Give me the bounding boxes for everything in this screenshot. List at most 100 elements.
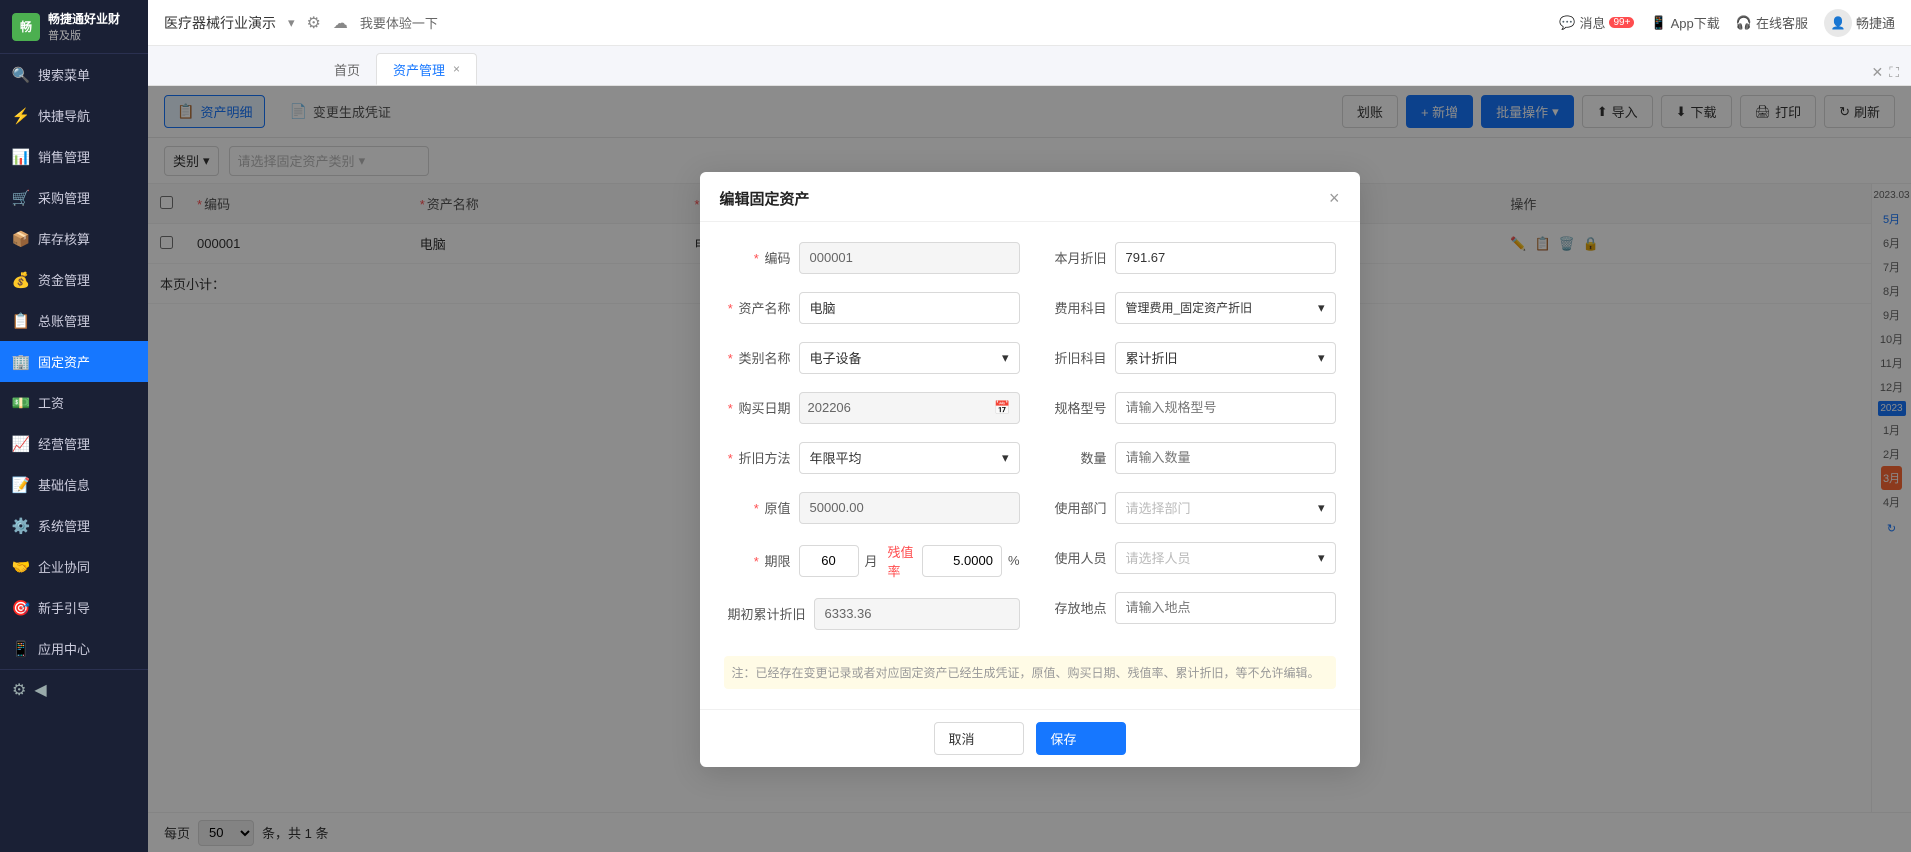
sidebar-item-enterprise[interactable]: 🤝 企业协同 (0, 546, 148, 587)
search-icon: 🔍 (12, 66, 30, 84)
department-dropdown-icon: ▾ (1318, 500, 1325, 516)
department-select[interactable]: 请选择部门 ▾ (1115, 492, 1336, 524)
user-menu[interactable]: 👤 畅捷通 (1824, 9, 1895, 37)
sidebar-item-wages[interactable]: 💵 工资 (0, 382, 148, 423)
company-dropdown-icon[interactable]: ▾ (288, 15, 295, 31)
window-controls: ✕ ⛶ (1859, 64, 1911, 85)
code-input[interactable] (799, 242, 1020, 274)
cancel-button[interactable]: 取消 (934, 722, 1024, 755)
initial-accumulated-input[interactable] (814, 598, 1020, 630)
sidebar-item-search[interactable]: 🔍 搜索菜单 (0, 54, 148, 95)
experience-text[interactable]: 我要体验一下 (360, 13, 438, 32)
category-dropdown-icon: ▾ (1002, 350, 1009, 366)
tab-home[interactable]: 首页 (318, 53, 376, 85)
field-spec-model: 规格型号 (1040, 392, 1336, 424)
sidebar-item-sales[interactable]: 📊 销售管理 (0, 136, 148, 177)
sidebar-bottom: ⚙ ◀ (0, 669, 148, 710)
window-close-icon[interactable]: ✕ (1871, 64, 1883, 81)
field-department: 使用部门 请选择部门 ▾ (1040, 492, 1336, 524)
sidebar-item-appcenter[interactable]: 📱 应用中心 (0, 628, 148, 669)
ledger-icon: 📋 (12, 312, 30, 330)
window-maximize-icon[interactable]: ⛶ (1889, 64, 1899, 81)
sidebar-item-basic[interactable]: 📝 基础信息 (0, 464, 148, 505)
expense-dropdown-icon: ▾ (1318, 300, 1325, 316)
depreciation-method-select[interactable]: 年限平均 ▾ (799, 442, 1020, 474)
modal-body: * 编码 * 资产名称 (700, 222, 1360, 709)
dep-subject-select[interactable]: 累计折旧 ▾ (1115, 342, 1336, 374)
wages-icon: 💵 (12, 394, 30, 412)
content-area: 📋 资产明细 📄 变更生成凭证 划账 + 新增 批量操作 ▾ ⬆ 导入 (148, 86, 1911, 852)
inventory-icon: 📦 (12, 230, 30, 248)
logo-text: 畅捷通好业财 普及版 (48, 10, 120, 43)
company-name: 医疗器械行业演示 (164, 13, 276, 33)
spec-model-input[interactable] (1115, 392, 1336, 424)
field-monthly-dep: 本月折旧 (1040, 242, 1336, 274)
user-select[interactable]: 请选择人员 ▾ (1115, 542, 1336, 574)
sidebar-item-purchase[interactable]: 🛒 采购管理 (0, 177, 148, 218)
calendar-icon: 📅 (994, 400, 1010, 416)
original-value-input[interactable] (799, 492, 1020, 524)
field-dep-subject: 折旧科目 累计折旧 ▾ (1040, 342, 1336, 374)
customer-service-button[interactable]: 🎧 在线客服 (1736, 13, 1808, 32)
location-input[interactable] (1115, 592, 1336, 624)
service-icon: 🎧 (1736, 15, 1752, 31)
basic-icon: 📝 (12, 476, 30, 494)
guide-icon: 🎯 (12, 599, 30, 617)
dep-subject-dropdown-icon: ▾ (1318, 350, 1325, 366)
sidebar-item-ledger[interactable]: 📋 总账管理 (0, 300, 148, 341)
modal-left-col: * 编码 * 资产名称 (724, 242, 1020, 648)
modal-overlay: 编辑固定资产 × * 编码 (148, 86, 1911, 852)
modal-title: 编辑固定资产 (720, 188, 810, 209)
download-icon: 📱 (1650, 15, 1666, 31)
field-location: 存放地点 (1040, 592, 1336, 624)
fixed-icon: 🏢 (12, 353, 30, 371)
field-category: * 类别名称 电子设备 ▾ (724, 342, 1020, 374)
user-dropdown-icon: ▾ (1318, 550, 1325, 566)
tab-bar: 首页 资产管理 × ✕ ⛶ (148, 46, 1911, 86)
tab-asset[interactable]: 资产管理 × (376, 53, 477, 85)
asset-name-input[interactable] (799, 292, 1020, 324)
avatar: 👤 (1824, 9, 1852, 37)
logo-icon: 畅 (12, 13, 40, 41)
expense-subject-select[interactable]: 管理费用_固定资产折旧 ▾ (1115, 292, 1336, 324)
modal-close-button[interactable]: × (1329, 188, 1340, 209)
finance-icon: 💰 (12, 271, 30, 289)
field-asset-name: * 资产名称 (724, 292, 1020, 324)
sidebar-item-fixed[interactable]: 🏢 固定资产 (0, 341, 148, 382)
field-expense-subject: 费用科目 管理费用_固定资产折旧 ▾ (1040, 292, 1336, 324)
sidebar-item-inventory[interactable]: 📦 库存核算 (0, 218, 148, 259)
sidebar-item-quick[interactable]: ⚡ 快捷导航 (0, 95, 148, 136)
modal-right-col: 本月折旧 费用科目 (1040, 242, 1336, 648)
tab-close-icon[interactable]: × (453, 62, 460, 76)
settings-bottom-icon[interactable]: ⚙ (12, 680, 26, 700)
settings-icon[interactable]: ⚙ (307, 13, 321, 33)
sales-icon: 📊 (12, 148, 30, 166)
quick-icon: ⚡ (12, 107, 30, 125)
topbar-right: 💬 消息 99+ 📱 App下载 🎧 在线客服 👤 畅捷通 (1559, 9, 1895, 37)
sidebar-item-system[interactable]: ⚙️ 系统管理 (0, 505, 148, 546)
collapse-icon[interactable]: ◀ (34, 680, 46, 700)
method-dropdown-icon: ▾ (1002, 450, 1009, 466)
topbar: 医疗器械行业演示 ▾ ⚙ ☁ 我要体验一下 💬 消息 99+ 📱 App下载 🎧… (148, 0, 1911, 46)
modal-header: 编辑固定资产 × (700, 172, 1360, 222)
modal-cols: * 编码 * 资产名称 (724, 242, 1336, 648)
modal-note: 注：已经存在变更记录或者对应固定资产已经生成凭证，原值、购买日期、残值率、累计折… (724, 656, 1336, 689)
sidebar-item-finance[interactable]: 💰 资金管理 (0, 259, 148, 300)
period-input[interactable] (799, 545, 859, 577)
save-button[interactable]: 保存 (1036, 722, 1126, 755)
residual-input[interactable] (922, 545, 1002, 577)
sidebar-logo: 畅 畅捷通好业财 普及版 (0, 0, 148, 54)
category-select[interactable]: 电子设备 ▾ (799, 342, 1020, 374)
app-download-button[interactable]: 📱 App下载 (1650, 13, 1719, 32)
enterprise-icon: 🤝 (12, 558, 30, 576)
monthly-dep-input[interactable] (1115, 242, 1336, 274)
purchase-date-input[interactable]: 202206 📅 (799, 392, 1020, 424)
quantity-input[interactable] (1115, 442, 1336, 474)
system-icon: ⚙️ (12, 517, 30, 535)
messages-button[interactable]: 💬 消息 99+ (1559, 13, 1634, 32)
sidebar-item-guide[interactable]: 🎯 新手引导 (0, 587, 148, 628)
sidebar-item-operation[interactable]: 📈 经营管理 (0, 423, 148, 464)
experience-icon: ☁ (333, 14, 348, 32)
field-user: 使用人员 请选择人员 ▾ (1040, 542, 1336, 574)
main-area: 医疗器械行业演示 ▾ ⚙ ☁ 我要体验一下 💬 消息 99+ 📱 App下载 🎧… (148, 0, 1911, 852)
